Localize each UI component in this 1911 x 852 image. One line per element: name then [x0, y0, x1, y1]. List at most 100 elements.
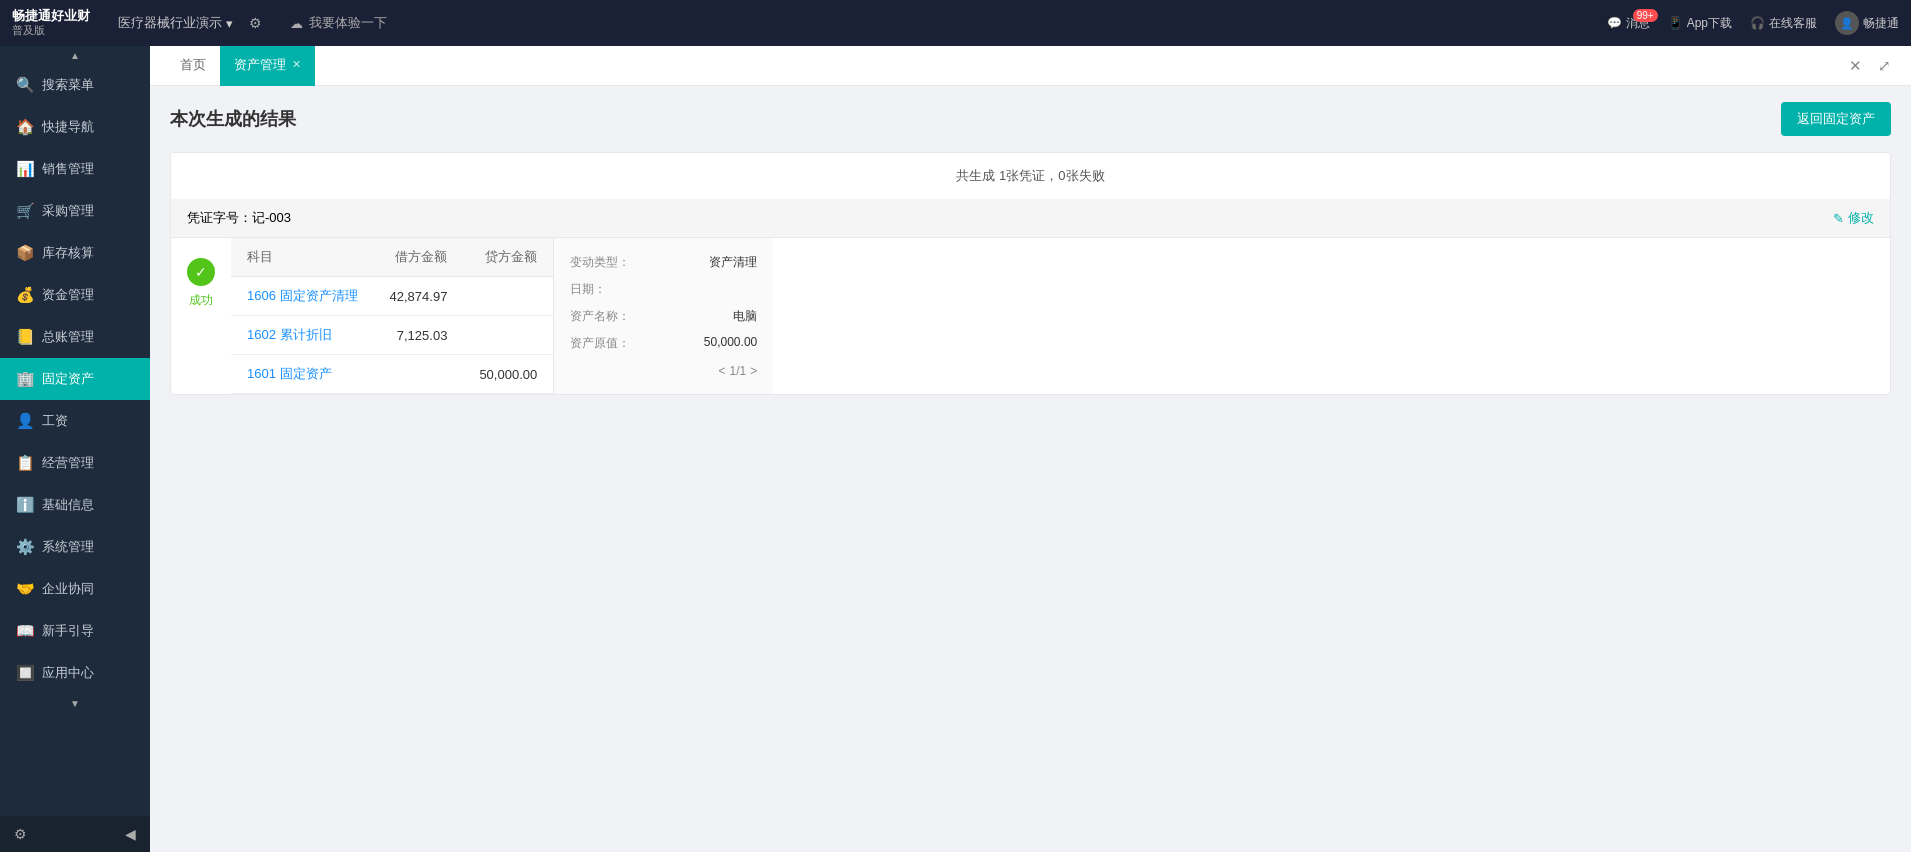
project-selector[interactable]: 医疗器械行业演示 ▾: [118, 14, 233, 32]
credit-cell-3: 50,000.00: [463, 355, 553, 394]
page-title-row: 本次生成的结果 返回固定资产: [170, 102, 1891, 136]
sidebar-item-label: 企业协同: [42, 580, 94, 598]
summary-text: 共生成 1张凭证，0张失败: [956, 168, 1104, 183]
online-service-label: 在线客服: [1769, 15, 1817, 32]
tab-close-icon[interactable]: ✕: [292, 58, 301, 71]
avatar: 👤: [1835, 11, 1859, 35]
settings-icon[interactable]: ⚙: [249, 15, 262, 31]
handshake-icon: 🤝: [16, 580, 34, 598]
voucher-body: ✓ 成功 科目 借方金额 贷方金额: [171, 238, 1890, 394]
subject-cell-2[interactable]: 1602 累计折旧: [231, 316, 374, 355]
user-profile[interactable]: 👤 畅捷通: [1835, 11, 1899, 35]
info-row-change-type: 变动类型： 资产清理: [570, 254, 757, 271]
sidebar-item-app-center[interactable]: 🔲 应用中心: [0, 652, 150, 694]
edit-label: 修改: [1848, 209, 1874, 227]
info-icon: ℹ️: [16, 496, 34, 514]
sidebar-item-operations[interactable]: 📋 经营管理: [0, 442, 150, 484]
asset-name-label: 资产名称：: [570, 308, 630, 325]
sidebar-bottom: ⚙ ◀: [0, 816, 150, 852]
col-debit: 借方金额: [374, 238, 464, 277]
debit-cell-2: 7,125.03: [374, 316, 464, 355]
date-label: 日期：: [570, 281, 606, 298]
credit-cell-2: [463, 316, 553, 355]
headset-icon: 🎧: [1750, 16, 1765, 30]
voucher-card: 共生成 1张凭证，0张失败 凭证字号：记-003 ✎ 修改 ✓: [170, 152, 1891, 395]
tab-home[interactable]: 首页: [166, 46, 220, 86]
expand-panel-button[interactable]: ⤢: [1874, 55, 1895, 77]
sidebar-item-payroll[interactable]: 👤 工资: [0, 400, 150, 442]
table-row: 1601 固定资产 50,000.00: [231, 355, 553, 394]
edit-icon: ✎: [1833, 211, 1844, 226]
info-row-asset-value: 资产原值： 50,000.00: [570, 335, 757, 352]
sidebar: ▲ 🔍 搜索菜单 🏠 快捷导航 📊 销售管理 🛒 采购管理 📦 库存核算 💰 资…: [0, 46, 150, 852]
avatar-icon: 👤: [1840, 17, 1854, 30]
sidebar-item-collaboration[interactable]: 🤝 企业协同: [0, 568, 150, 610]
app-edition: 普及版: [12, 23, 90, 38]
gear-icon: ⚙️: [16, 538, 34, 556]
message-badge: 99+: [1633, 9, 1658, 22]
sidebar-item-quick-nav[interactable]: 🏠 快捷导航: [0, 106, 150, 148]
sidebar-item-label: 工资: [42, 412, 68, 430]
sidebar-item-finance[interactable]: 💰 资金管理: [0, 274, 150, 316]
success-text: 成功: [189, 292, 213, 309]
header-left: 畅捷通好业财 普及版 医疗器械行业演示 ▾ ⚙ ☁ 我要体验一下: [12, 8, 387, 39]
voucher-header: 凭证字号：记-003 ✎ 修改: [171, 199, 1890, 238]
col-credit: 贷方金额: [463, 238, 553, 277]
page-info: 1/1: [730, 364, 747, 378]
box-icon: 📦: [16, 244, 34, 262]
sidebar-item-label: 经营管理: [42, 454, 94, 472]
search-icon: 🔍: [16, 76, 34, 94]
pagination: < 1/1 >: [570, 364, 757, 378]
prev-page-icon[interactable]: <: [719, 364, 726, 378]
sidebar-item-label: 系统管理: [42, 538, 94, 556]
sidebar-scroll-down[interactable]: ▼: [0, 694, 150, 712]
username: 畅捷通: [1863, 15, 1899, 32]
cloud-icon: ☁: [290, 16, 303, 31]
sidebar-item-search[interactable]: 🔍 搜索菜单: [0, 64, 150, 106]
sidebar-item-basic-info[interactable]: ℹ️ 基础信息: [0, 484, 150, 526]
experience-button[interactable]: ☁ 我要体验一下: [290, 14, 387, 32]
sidebar-item-label: 销售管理: [42, 160, 94, 178]
subject-cell-3[interactable]: 1601 固定资产: [231, 355, 374, 394]
sidebar-settings-icon[interactable]: ⚙: [14, 826, 27, 842]
sidebar-item-label: 库存核算: [42, 244, 94, 262]
sidebar-collapse-icon[interactable]: ◀: [125, 826, 136, 842]
voucher-edit-button[interactable]: ✎ 修改: [1833, 209, 1874, 227]
money-icon: 💰: [16, 286, 34, 304]
building-icon: 🏢: [16, 370, 34, 388]
voucher-number: 凭证字号：记-003: [187, 209, 291, 227]
sidebar-item-label: 资金管理: [42, 286, 94, 304]
sidebar-item-label: 采购管理: [42, 202, 94, 220]
back-to-fixed-assets-button[interactable]: 返回固定资产: [1781, 102, 1891, 136]
tab-bar: 首页 资产管理 ✕ ✕ ⤢: [150, 46, 1911, 86]
sidebar-item-label: 总账管理: [42, 328, 94, 346]
sidebar-item-fixed-assets[interactable]: 🏢 固定资产: [0, 358, 150, 400]
sidebar-scroll-up[interactable]: ▲: [0, 46, 150, 64]
project-name: 医疗器械行业演示: [118, 14, 222, 32]
sidebar-item-system[interactable]: ⚙️ 系统管理: [0, 526, 150, 568]
asset-name-value: 电脑: [733, 308, 757, 325]
tab-asset-management-label: 资产管理: [234, 56, 286, 74]
online-service-button[interactable]: 🎧 在线客服: [1750, 15, 1817, 32]
sidebar-item-guide[interactable]: 📖 新手引导: [0, 610, 150, 652]
message-button[interactable]: 💬 消息 99+: [1607, 15, 1650, 32]
next-page-icon[interactable]: >: [750, 364, 757, 378]
sidebar-item-general-ledger[interactable]: 📒 总账管理: [0, 316, 150, 358]
subject-cell-1[interactable]: 1606 固定资产清理: [231, 277, 374, 316]
voucher-side-info: 变动类型： 资产清理 日期： 资产名称： 电脑 资产原值：: [553, 238, 773, 394]
sidebar-item-purchase[interactable]: 🛒 采购管理: [0, 190, 150, 232]
sidebar-item-inventory[interactable]: 📦 库存核算: [0, 232, 150, 274]
summary-bar: 共生成 1张凭证，0张失败: [171, 153, 1890, 199]
voucher-table-area: 科目 借方金额 贷方金额 1606 固定资产清理 42,874.97: [231, 238, 553, 394]
ledger-icon: 📒: [16, 328, 34, 346]
sidebar-item-label: 搜索菜单: [42, 76, 94, 94]
home-icon: 🏠: [16, 118, 34, 136]
mobile-icon: 📱: [1668, 16, 1683, 30]
tab-asset-management[interactable]: 资产管理 ✕: [220, 46, 315, 86]
sidebar-item-sales[interactable]: 📊 销售管理: [0, 148, 150, 190]
close-panel-button[interactable]: ✕: [1845, 55, 1866, 77]
app-download-button[interactable]: 📱 App下载: [1668, 15, 1732, 32]
sidebar-item-label: 新手引导: [42, 622, 94, 640]
header-right: 💬 消息 99+ 📱 App下载 🎧 在线客服 👤 畅捷通: [1607, 11, 1899, 35]
asset-value-value: 50,000.00: [704, 335, 757, 352]
